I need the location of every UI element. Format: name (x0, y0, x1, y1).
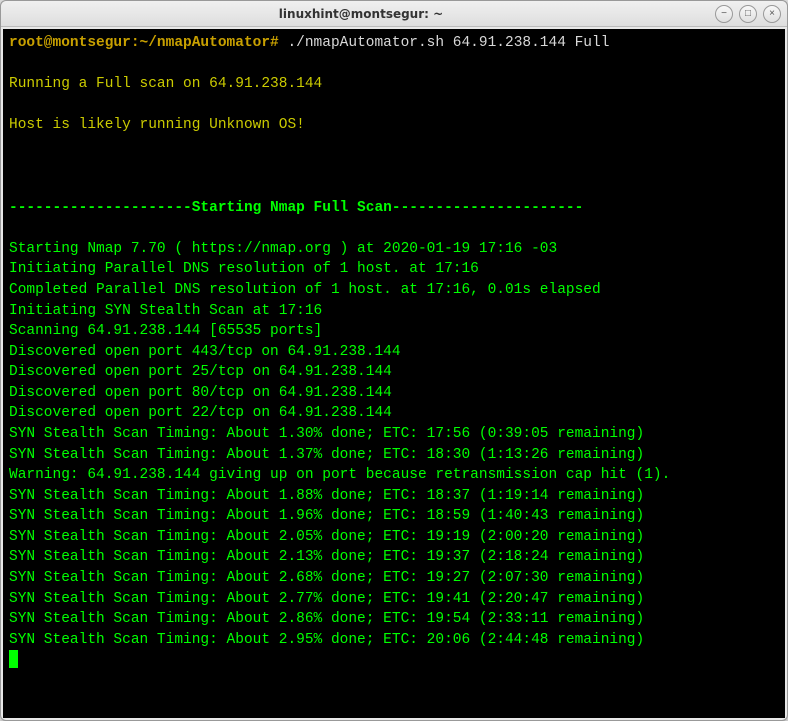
window-title: linuxhint@montsegur: ~ (7, 7, 715, 21)
command-text: ./nmapAutomator.sh 64.91.238.144 Full (287, 35, 609, 51)
output-line: Discovered open port 443/tcp on 64.91.23… (9, 344, 401, 360)
shell-prompt: root@montsegur:~/nmapAutomator# (9, 35, 279, 51)
cursor-icon (9, 650, 18, 668)
output-line: Discovered open port 25/tcp on 64.91.238… (9, 364, 392, 380)
output-line: SYN Stealth Scan Timing: About 2.77% don… (9, 591, 644, 607)
close-button[interactable]: × (763, 5, 781, 23)
output-line: SYN Stealth Scan Timing: About 2.05% don… (9, 529, 644, 545)
output-line: Discovered open port 22/tcp on 64.91.238… (9, 405, 392, 421)
output-line: Starting Nmap 7.70 ( https://nmap.org ) … (9, 241, 557, 257)
output-line: SYN Stealth Scan Timing: About 1.30% don… (9, 426, 644, 442)
running-header: Running a Full scan on 64.91.238.144 (9, 76, 322, 92)
minimize-button[interactable]: − (715, 5, 733, 23)
window-controls: − □ × (715, 5, 781, 23)
output-line: Initiating SYN Stealth Scan at 17:16 (9, 303, 322, 319)
output-line: Scanning 64.91.238.144 [65535 ports] (9, 323, 322, 339)
output-line: Initiating Parallel DNS resolution of 1 … (9, 261, 479, 277)
output-line: Warning: 64.91.238.144 giving up on port… (9, 467, 670, 483)
output-line: SYN Stealth Scan Timing: About 2.13% don… (9, 549, 644, 565)
section-divider: ---------------------Starting Nmap Full … (9, 200, 583, 216)
host-os-line: Host is likely running Unknown OS! (9, 117, 305, 133)
output-line: Completed Parallel DNS resolution of 1 h… (9, 282, 601, 298)
output-line: Discovered open port 80/tcp on 64.91.238… (9, 385, 392, 401)
output-line: SYN Stealth Scan Timing: About 1.88% don… (9, 488, 644, 504)
terminal-body[interactable]: root@montsegur:~/nmapAutomator# ./nmapAu… (3, 29, 785, 718)
maximize-button[interactable]: □ (739, 5, 757, 23)
output-line: SYN Stealth Scan Timing: About 2.86% don… (9, 611, 644, 627)
output-line: SYN Stealth Scan Timing: About 2.95% don… (9, 632, 644, 648)
output-line: SYN Stealth Scan Timing: About 2.68% don… (9, 570, 644, 586)
output-line: SYN Stealth Scan Timing: About 1.96% don… (9, 508, 644, 524)
terminal-window: linuxhint@montsegur: ~ − □ × root@montse… (0, 0, 788, 721)
titlebar: linuxhint@montsegur: ~ − □ × (1, 1, 787, 27)
output-line: SYN Stealth Scan Timing: About 1.37% don… (9, 447, 644, 463)
